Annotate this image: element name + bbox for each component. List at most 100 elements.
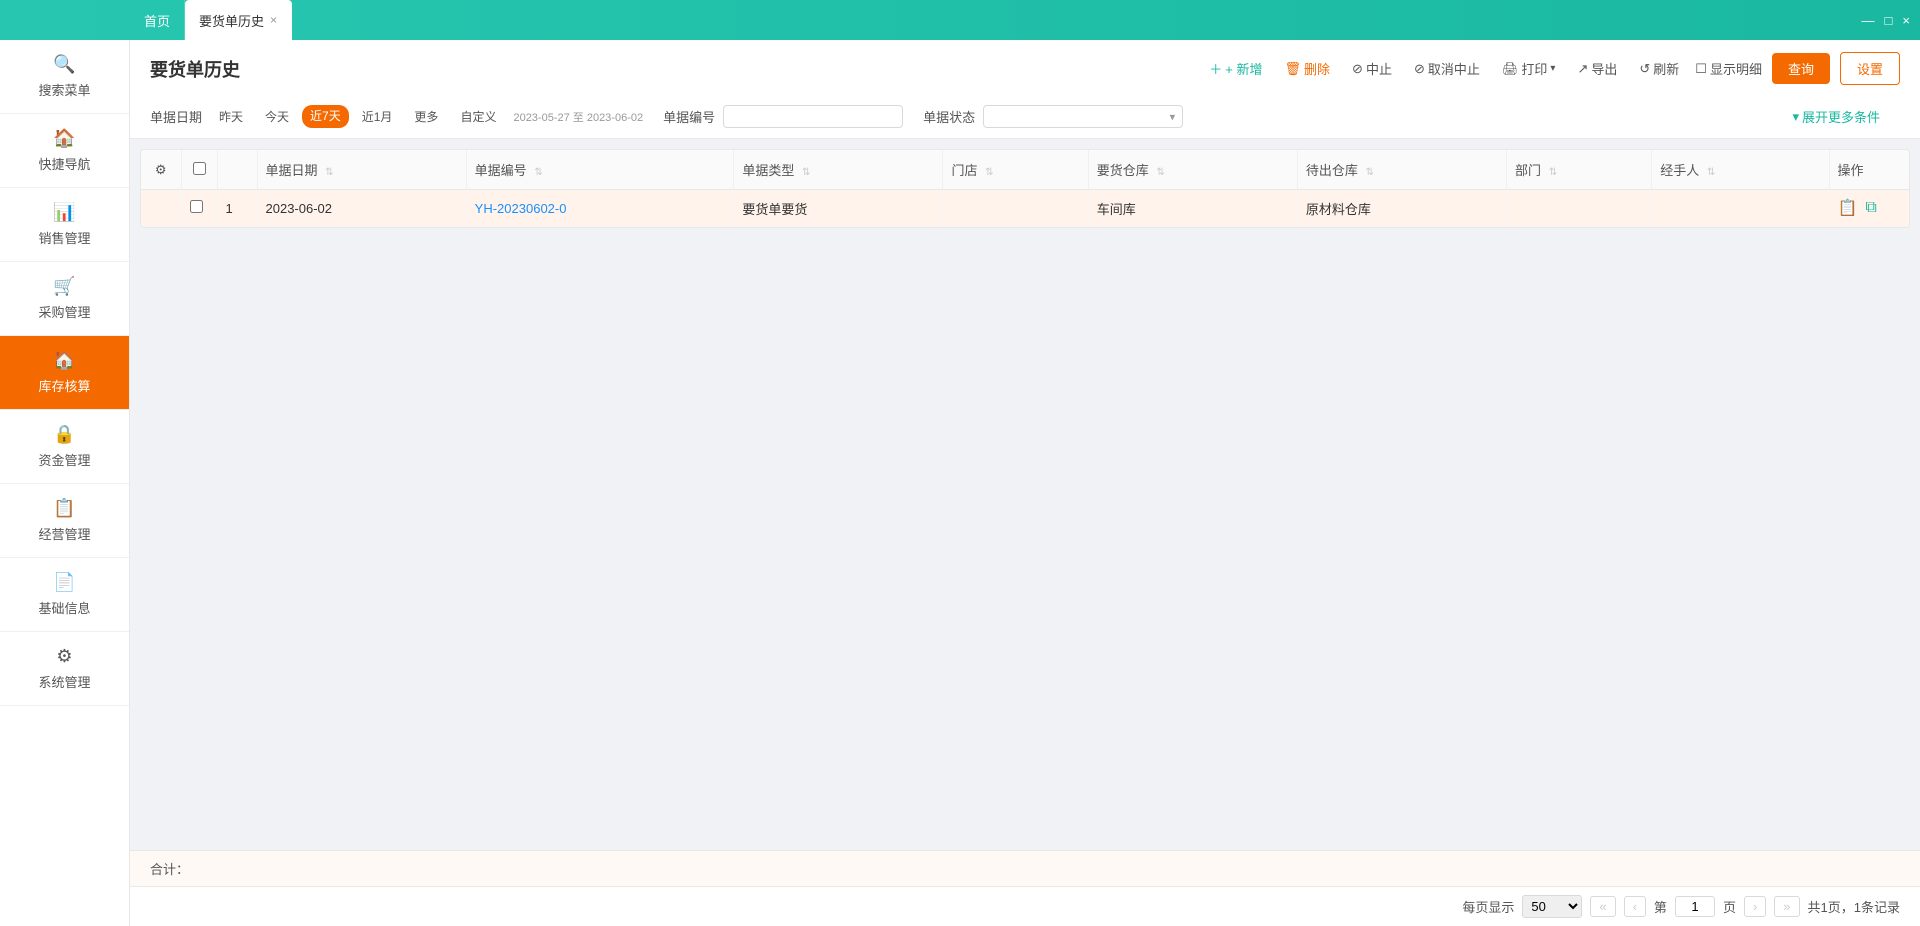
sidebar-item-inventory-calc[interactable]: 🏠 库存核算 [0,336,129,410]
sort-department-icon: ⇅ [1549,167,1557,178]
query-button[interactable]: 查询 [1772,53,1830,84]
date-btn-7days[interactable]: 近7天 [302,105,349,128]
row-doc-number-cell[interactable]: YH-20230602-0 [466,190,734,227]
summary-label: 合计： [150,862,189,877]
doc-number-label: 单据编号 [663,107,715,126]
row-checkbox[interactable] [190,200,203,213]
export-button[interactable]: ↗ 导出 [1571,55,1623,82]
sort-handler-icon: ⇅ [1707,167,1715,178]
col-actions: 操作 [1829,150,1909,190]
date-btn-1month[interactable]: 近1月 [353,105,402,128]
expand-conditions-button[interactable]: ▾ 展开更多条件 [1792,107,1880,126]
pagination-bar: 每页显示 50 10 20 100 « ‹ 第 页 › » 共1页，1条记录 [130,886,1920,926]
row-actions-cell: 📋 ⧉ [1829,190,1909,227]
delete-icon: 🗑 [1285,61,1302,77]
sort-doc-date-icon: ⇅ [325,167,333,178]
date-range-display: 2023-05-27 至 2023-06-02 [513,109,643,125]
page-size-label: 每页显示 [1462,897,1514,916]
col-checkbox[interactable] [181,150,217,190]
main-layout: 🔍 搜索菜单 🏠 快捷导航 📊 销售管理 🛒 采购管理 🏠 库存核算 🔒 资金管… [0,40,1920,926]
col-doc-type[interactable]: 单据类型 ⇅ [734,150,943,190]
col-store[interactable]: 门店 ⇅ [943,150,1088,190]
sort-store-icon: ⇅ [985,167,993,178]
refresh-button[interactable]: ↺ 刷新 [1633,55,1685,82]
last-page-button[interactable]: » [1774,896,1799,917]
window-close-icon[interactable]: × [1902,13,1910,28]
prev-page-button[interactable]: ‹ [1624,896,1646,917]
tab-requisition-history[interactable]: 要货单历史 × [185,0,292,40]
col-doc-number[interactable]: 单据编号 ⇅ [466,150,734,190]
sidebar-item-purchase-mgmt[interactable]: 🛒 采购管理 [0,262,129,336]
basic-info-icon: 📄 [53,572,75,593]
doc-number-input[interactable] [723,105,903,128]
col-settings[interactable]: ⚙ [141,150,181,190]
window-max-icon[interactable]: □ [1885,13,1893,28]
col-doc-date[interactable]: 单据日期 ⇅ [257,150,466,190]
row-pending-warehouse-cell: 原材料仓库 [1297,190,1506,227]
table-row: 1 2023-06-02 YH-20230602-0 要货单要货 车间库 原材料… [141,190,1909,227]
row-doc-type-cell: 要货单要货 [734,190,943,227]
table-area: ⚙ 单据日期 ⇅ 单据编号 ⇅ [130,139,1920,850]
date-btn-today[interactable]: 今天 [256,105,298,128]
row-checkbox-cell[interactable] [181,190,217,227]
sidebar-item-search-menu[interactable]: 🔍 搜索菜单 [0,40,129,114]
sort-doc-number-icon: ⇅ [534,167,542,178]
date-btn-more[interactable]: 更多 [405,105,447,128]
date-btn-custom[interactable]: 自定义 [451,105,505,128]
date-btn-yesterday[interactable]: 昨天 [210,105,252,128]
sidebar-item-ops-mgmt[interactable]: 📋 经营管理 [0,484,129,558]
page-number-input[interactable] [1675,896,1715,917]
new-button[interactable]: ＋ + 新增 [1203,55,1268,82]
delete-button[interactable]: 🗑 删除 [1279,55,1337,82]
expand-icon: ▾ [1792,109,1799,125]
row-department-cell [1507,190,1652,227]
doc-status-select[interactable] [983,105,1183,128]
quick-nav-icon: 🏠 [53,128,75,149]
stop-button[interactable]: ⊘ 中止 [1346,55,1398,82]
stop-icon: ⊘ [1352,61,1363,77]
print-dropdown-icon: ▾ [1550,63,1555,74]
show-detail-button[interactable]: ☐ 显示明细 [1695,59,1762,78]
print-button[interactable]: 🖨 打印 ▾ [1496,55,1562,82]
ops-mgmt-icon: 📋 [53,498,75,519]
window-min-icon[interactable]: — [1862,13,1875,28]
filter-row: 单据日期 昨天 今天 近7天 近1月 更多 自定义 2023-05-27 至 2… [150,95,1900,138]
refresh-icon: ↺ [1639,61,1650,77]
table-container: ⚙ 单据日期 ⇅ 单据编号 ⇅ [140,149,1910,228]
doc-number-link[interactable]: YH-20230602-0 [475,201,567,216]
col-pending-warehouse[interactable]: 待出仓库 ⇅ [1297,150,1506,190]
row-index-cell: 1 [217,190,257,227]
sidebar-item-basic-info[interactable]: 📄 基础信息 [0,558,129,632]
row-action-icons: 📋 ⧉ [1838,198,1902,218]
tab-home[interactable]: 首页 [130,0,185,40]
toolbar: ＋ + 新增 🗑 删除 ⊘ 中止 ⊘ 取消中止 [1203,52,1900,85]
col-req-warehouse[interactable]: 要货仓库 ⇅ [1088,150,1297,190]
settings-button[interactable]: 设置 [1840,52,1900,85]
select-all-checkbox[interactable] [193,162,206,175]
sidebar-item-quick-nav[interactable]: 🏠 快捷导航 [0,114,129,188]
page-size-select[interactable]: 50 10 20 100 [1522,895,1582,918]
sidebar-item-fund-mgmt[interactable]: 🔒 资金管理 [0,410,129,484]
row-doc-date-cell: 2023-06-02 [257,190,466,227]
row-copy-icon[interactable]: ⧉ [1865,199,1876,217]
export-icon: ↗ [1577,61,1588,77]
row-edit-icon[interactable]: 📋 [1838,198,1858,218]
cancel-stop-button[interactable]: ⊘ 取消中止 [1408,55,1486,82]
sales-mgmt-icon: 📊 [53,202,75,223]
col-handler[interactable]: 经手人 ⇅ [1652,150,1829,190]
sidebar-item-sales-mgmt[interactable]: 📊 销售管理 [0,188,129,262]
sort-doc-type-icon: ⇅ [802,167,810,178]
doc-status-filter-group: 单据状态 [923,105,1183,128]
row-handler-cell [1652,190,1829,227]
content-area: 要货单历史 ＋ + 新增 🗑 删除 ⊘ 中止 ⊘ [130,40,1920,926]
fund-mgmt-icon: 🔒 [53,424,75,445]
sidebar: 🔍 搜索菜单 🏠 快捷导航 📊 销售管理 🛒 采购管理 🏠 库存核算 🔒 资金管… [0,40,130,926]
col-department[interactable]: 部门 ⇅ [1507,150,1652,190]
page-header: 要货单历史 ＋ + 新增 🗑 删除 ⊘ 中止 ⊘ [130,40,1920,139]
row-store-cell [943,190,1088,227]
next-page-button[interactable]: › [1744,896,1766,917]
first-page-button[interactable]: « [1590,896,1615,917]
sidebar-item-sys-mgmt[interactable]: ⚙ 系统管理 [0,632,129,706]
new-icon: ＋ [1209,59,1222,78]
tab-close-icon[interactable]: × [270,13,277,27]
